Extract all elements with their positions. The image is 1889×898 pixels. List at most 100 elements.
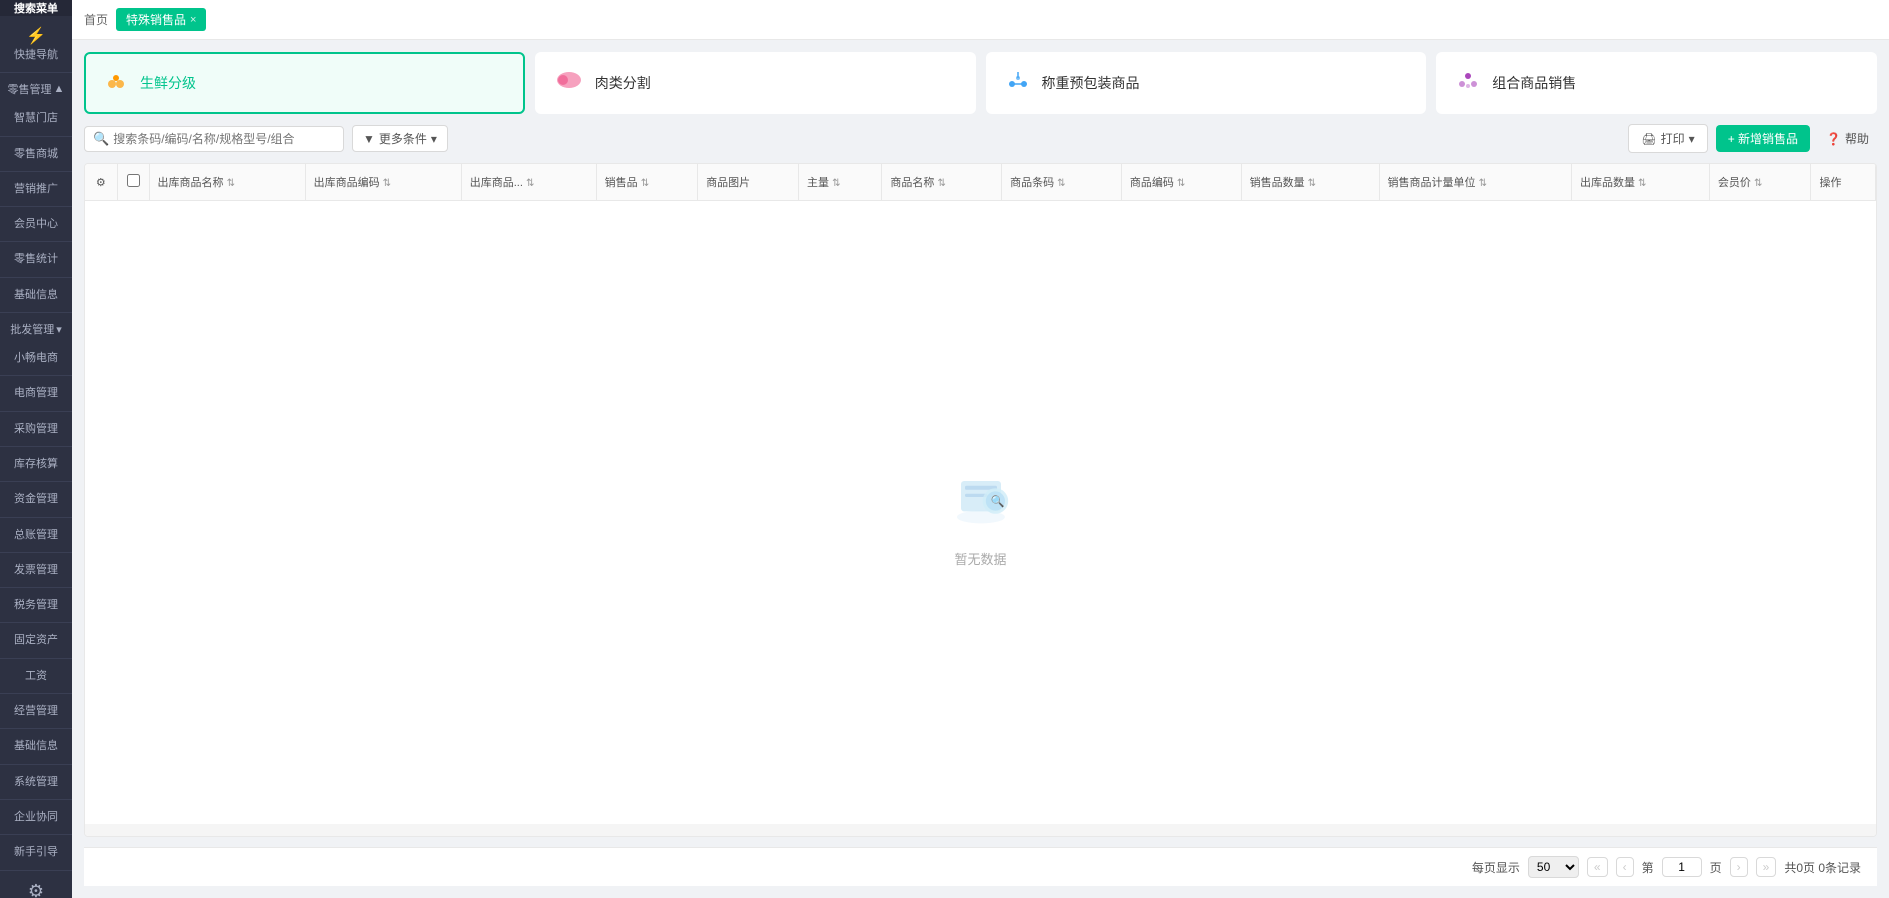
sidebar-item-member-center[interactable]: 会员中心 <box>0 207 72 242</box>
th-goods-barcode: 商品条码 ⇅ <box>1002 164 1122 201</box>
sidebar-item-basic-info[interactable]: 基础信息 <box>0 278 72 313</box>
printer-icon: 🖨 <box>1641 132 1656 146</box>
close-tab-icon[interactable]: × <box>190 14 196 26</box>
empty-text: 暂无数据 <box>954 549 1006 568</box>
search-input[interactable] <box>113 132 335 146</box>
empty-icon: 🔍 <box>941 457 1021 537</box>
sort-icon[interactable]: ⇅ <box>1479 178 1487 189</box>
sort-icon[interactable]: ⇅ <box>1308 178 1316 189</box>
per-page-label: 每页显示 <box>1472 859 1520 876</box>
sidebar-item-sales-promo[interactable]: 营销推广 <box>0 172 72 207</box>
column-settings-icon[interactable]: ⚙ <box>96 177 106 189</box>
print-button[interactable]: 🖨 打印 ▾ <box>1628 124 1707 153</box>
first-page-button[interactable]: « <box>1587 857 1608 877</box>
sidebar-item-invoice-mgmt[interactable]: 发票管理 <box>0 553 72 588</box>
last-page-button[interactable]: » <box>1756 857 1777 877</box>
sidebar-item-quick-nav[interactable]: ⚡ 快捷导航 <box>0 16 72 73</box>
sort-icon[interactable]: ⇅ <box>641 178 649 189</box>
current-tab-tag[interactable]: 特殊销售品 × <box>116 8 206 31</box>
total-info: 共0页 0条记录 <box>1784 859 1861 876</box>
data-table: ⚙ 出库商品名称 ⇅ 出库商品编码 ⇅ <box>85 164 1876 201</box>
data-table-container: ⚙ 出库商品名称 ⇅ 出库商品编码 ⇅ <box>84 163 1877 837</box>
chevron-icon: ▲ <box>54 83 65 95</box>
sidebar-item-inventory[interactable]: 库存核算 <box>0 447 72 482</box>
sort-icon[interactable]: ⇅ <box>526 178 534 189</box>
th-out-goods-spec: 出库商品... ⇅ <box>461 164 596 201</box>
th-actions: 操作 <box>1811 164 1876 201</box>
sidebar-item-ecommerce-mgmt[interactable]: 电商管理 <box>0 376 72 411</box>
page-number-input[interactable] <box>1662 857 1702 877</box>
empty-state: 🔍 暂无数据 <box>85 201 1876 824</box>
sidebar-item-retail-mall[interactable]: 零售商城 <box>0 137 72 172</box>
home-link[interactable]: 首页 <box>84 11 108 28</box>
sidebar-item-fixed-assets[interactable]: 固定资产 <box>0 623 72 658</box>
tab-card-meat-cut[interactable]: 肉类分割 <box>535 52 976 114</box>
table-header: ⚙ 出库商品名称 ⇅ 出库商品编码 ⇅ <box>85 164 1876 201</box>
th-main-weight: 主量 ⇅ <box>799 164 882 201</box>
settings-icon[interactable]: ⚙ <box>4 881 68 898</box>
sort-icon[interactable]: ⇅ <box>383 178 391 189</box>
sidebar-item-wholesale-mgmt[interactable]: 批发管理 ▾ <box>0 313 72 341</box>
quick-nav-icon: ⚡ <box>4 26 68 46</box>
sidebar-item-basic-info2[interactable]: 基础信息 <box>0 729 72 764</box>
sort-icon[interactable]: ⇅ <box>227 178 235 189</box>
help-icon: ❓ <box>1826 132 1841 146</box>
content-area: 生鲜分级 肉类分割 <box>72 40 1889 898</box>
th-settings[interactable]: ⚙ <box>85 164 117 201</box>
page-label-text: 第 <box>1642 859 1654 876</box>
horizontal-scrollbar[interactable] <box>85 824 1876 836</box>
pagination: 每页显示 10 20 50 100 « ‹ 第 页 › » 共0页 0条记录 <box>84 847 1877 886</box>
sidebar-item-general-ledger[interactable]: 总账管理 <box>0 518 72 553</box>
next-page-button[interactable]: › <box>1730 857 1748 877</box>
sidebar-item-system-mgmt[interactable]: 系统管理 <box>0 765 72 800</box>
per-page-select[interactable]: 10 20 50 100 <box>1528 856 1579 878</box>
sidebar-bottom: ⚙ <box>0 871 72 898</box>
sidebar-item-mini-app[interactable]: 小畅电商 <box>0 341 72 376</box>
help-button[interactable]: ❓ 帮助 <box>1818 125 1877 152</box>
main-content: 首页 特殊销售品 × 生鲜分级 <box>72 0 1889 898</box>
th-goods-image: 商品图片 <box>698 164 799 201</box>
sidebar-item-enterprise[interactable]: 企业协同 <box>0 800 72 835</box>
sidebar-item-purchase-mgmt[interactable]: 采购管理 <box>0 412 72 447</box>
prev-page-button[interactable]: ‹ <box>1616 857 1634 877</box>
th-member-price: 会员价 ⇅ <box>1709 164 1811 201</box>
sidebar-item-finance[interactable]: 资金管理 <box>0 482 72 517</box>
sidebar-item-smart-store[interactable]: 智慧门店 <box>0 101 72 136</box>
filter-arrow-icon: ▾ <box>431 132 437 146</box>
th-out-goods-name: 出库商品名称 ⇅ <box>149 164 305 201</box>
sort-icon[interactable]: ⇅ <box>1177 178 1185 189</box>
toolbar-left: 🔍 ▼ 更多条件 ▾ <box>84 125 448 152</box>
filter-icon: ▼ <box>363 132 375 146</box>
new-sale-item-button[interactable]: + 新增销售品 <box>1716 125 1810 152</box>
tab-card-fresh-grade[interactable]: 生鲜分级 <box>84 52 525 114</box>
th-sale-unit: 销售商品计量单位 ⇅ <box>1379 164 1571 201</box>
sidebar-item-retail-stats[interactable]: 零售统计 <box>0 242 72 277</box>
meat-cut-icon <box>553 66 585 100</box>
combo-sales-icon <box>1454 66 1482 100</box>
sidebar-item-new-guide[interactable]: 新手引导 <box>0 835 72 870</box>
toolbar: 🔍 ▼ 更多条件 ▾ 🖨 打印 ▾ + 新增销售品 <box>84 124 1877 153</box>
filter-button[interactable]: ▼ 更多条件 ▾ <box>352 125 448 152</box>
toolbar-right: 🖨 打印 ▾ + 新增销售品 ❓ 帮助 <box>1628 124 1877 153</box>
select-all-checkbox[interactable] <box>127 174 140 187</box>
sort-icon[interactable]: ⇅ <box>1638 178 1646 189</box>
th-checkbox[interactable] <box>117 164 149 201</box>
sidebar-item-salary[interactable]: 工资 <box>0 659 72 694</box>
sidebar-item-ops-mgmt[interactable]: 经营管理 <box>0 694 72 729</box>
th-sale-goods: 销售品 ⇅ <box>596 164 698 201</box>
th-sale-qty: 销售品数量 ⇅ <box>1241 164 1379 201</box>
sort-icon[interactable]: ⇅ <box>832 178 840 189</box>
sort-icon[interactable]: ⇅ <box>1754 178 1762 189</box>
sidebar-item-tax-mgmt[interactable]: 税务管理 <box>0 588 72 623</box>
sidebar-item-retail-mgmt[interactable]: 零售管理 ▲ <box>0 73 72 101</box>
sort-icon[interactable]: ⇅ <box>937 178 945 189</box>
search-box[interactable]: 🔍 <box>84 126 344 152</box>
chevron-down-icon: ▾ <box>56 323 62 336</box>
tab-card-combo-sales[interactable]: 组合商品销售 <box>1436 52 1877 114</box>
th-out-qty: 出库品数量 ⇅ <box>1571 164 1709 201</box>
th-goods-name: 商品名称 ⇅ <box>882 164 1002 201</box>
sort-icon[interactable]: ⇅ <box>1057 178 1065 189</box>
tab-card-weigh-pack[interactable]: 称重预包装商品 <box>986 52 1427 114</box>
th-out-goods-code: 出库商品编码 ⇅ <box>305 164 461 201</box>
fresh-grade-icon <box>102 66 130 100</box>
